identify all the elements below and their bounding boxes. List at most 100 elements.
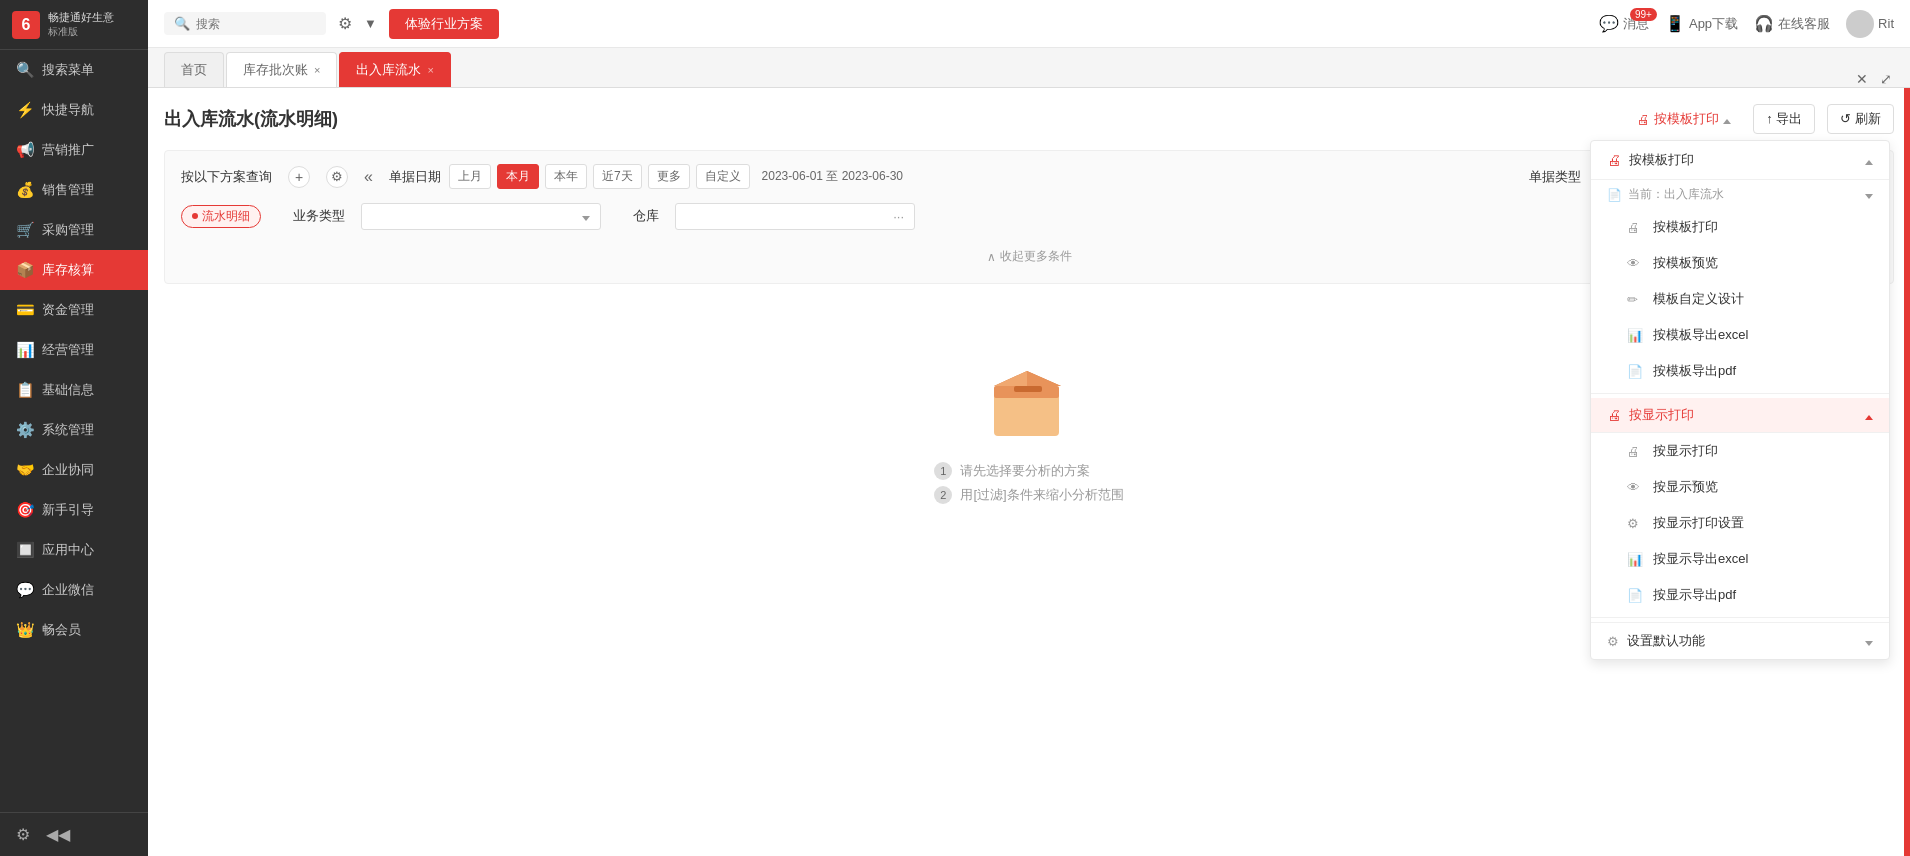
topbar-settings-icon[interactable]: ⚙: [338, 14, 352, 33]
sidebar-item-label: 快捷导航: [42, 101, 94, 119]
trial-industry-button[interactable]: 体验行业方案: [389, 9, 499, 39]
sidebar-item-label: 应用中心: [42, 541, 94, 559]
dropdown-template-export-excel-item[interactable]: 📊 按模板导出excel: [1591, 317, 1889, 353]
date-this-year-btn[interactable]: 本年: [545, 164, 587, 189]
empty-step-2: 2 用[过滤]条件来缩小分析范围: [934, 486, 1123, 504]
sidebar-item-newbie[interactable]: 🎯 新手引导: [0, 490, 148, 530]
message-item[interactable]: 💬 消息 99+: [1599, 14, 1649, 33]
sidebar-item-operations[interactable]: 📊 经营管理: [0, 330, 148, 370]
dropdown-footer[interactable]: ⚙ 设置默认功能: [1591, 622, 1889, 659]
date-custom-btn[interactable]: 自定义: [696, 164, 750, 189]
template-preview-item-label: 按模板预览: [1653, 254, 1718, 272]
online-service-item[interactable]: 🎧 在线客服: [1754, 14, 1830, 33]
template-custom-item-label: 模板自定义设计: [1653, 290, 1744, 308]
refresh-icon: ↺: [1840, 111, 1851, 126]
sidebar-item-search[interactable]: 🔍 搜索菜单: [0, 50, 148, 90]
topbar-dropdown-icon[interactable]: ▼: [364, 16, 377, 31]
sidebar-item-system[interactable]: ⚙️ 系统管理: [0, 410, 148, 450]
template-print-button[interactable]: 🖨 按模板打印: [1627, 105, 1741, 133]
dropdown-display-export-pdf-item[interactable]: 📄 按显示导出pdf: [1591, 577, 1889, 613]
export-button[interactable]: ↑ 导出: [1753, 104, 1815, 134]
template-preview-item-icon: 👁: [1627, 256, 1643, 271]
app-logo-icon: 6: [12, 11, 40, 39]
sidebar-item-inventory[interactable]: 📦 库存核算: [0, 250, 148, 290]
sidebar-item-member[interactable]: 👑 畅会员: [0, 610, 148, 650]
dropdown-template-print-item[interactable]: 🖨 按模板打印: [1591, 209, 1889, 245]
sidebar-item-finance[interactable]: 💳 资金管理: [0, 290, 148, 330]
settings-bottom-icon[interactable]: ⚙: [16, 825, 30, 844]
topbar: 🔍 ⚙ ▼ 体验行业方案 💬 消息 99+ 📱 App下载 🎧 在线客服: [148, 0, 1910, 48]
chat-icon: 💬: [16, 581, 34, 599]
window-maximize-icon[interactable]: ⤢: [1878, 71, 1894, 87]
tab-stock-flow[interactable]: 出入库流水 ×: [339, 52, 450, 87]
display-print-settings-label: 按显示打印设置: [1653, 514, 1744, 532]
search-input[interactable]: [196, 17, 316, 31]
tab-stock-flow-close[interactable]: ×: [427, 64, 433, 76]
filter-add-button[interactable]: +: [288, 166, 310, 188]
grid-icon: 🔲: [16, 541, 34, 559]
tab-home-label: 首页: [181, 61, 207, 79]
ellipsis-icon: ···: [893, 209, 904, 224]
date-last-month-btn[interactable]: 上月: [449, 164, 491, 189]
dropdown-display-export-excel-item[interactable]: 📊 按显示导出excel: [1591, 541, 1889, 577]
date-more-btn[interactable]: 更多: [648, 164, 690, 189]
sidebar-item-marketing[interactable]: 📢 营销推广: [0, 130, 148, 170]
page-title: 出入库流水(流水明细): [164, 107, 338, 131]
search-topbar-icon: 🔍: [174, 16, 190, 31]
step-2-text: 用[过滤]条件来缩小分析范围: [960, 486, 1123, 504]
topbar-search-box[interactable]: 🔍: [164, 12, 326, 35]
dropdown-template-custom-item[interactable]: ✏ 模板自定义设计: [1591, 281, 1889, 317]
tab-batch-account-close[interactable]: ×: [314, 64, 320, 76]
window-close-icon[interactable]: ✕: [1854, 71, 1870, 87]
filter-collapse-button[interactable]: «: [364, 168, 373, 186]
display-preview-item-label: 按显示预览: [1653, 478, 1718, 496]
sidebar-item-label: 营销推广: [42, 141, 94, 159]
sidebar-item-quick-nav[interactable]: ⚡ 快捷导航: [0, 90, 148, 130]
sidebar-item-purchase[interactable]: 🛒 采购管理: [0, 210, 148, 250]
user-avatar-item[interactable]: Rit: [1846, 10, 1894, 38]
dropdown-display-preview-item[interactable]: 👁 按显示预览: [1591, 469, 1889, 505]
display-print-section-header[interactable]: 🖨 按显示打印: [1591, 398, 1889, 433]
user-avatar: [1846, 10, 1874, 38]
sidebar-item-basic-info[interactable]: 📋 基础信息: [0, 370, 148, 410]
dropdown-template-preview-item[interactable]: 👁 按模板预览: [1591, 245, 1889, 281]
display-print-header-icon: 🖨: [1607, 407, 1621, 423]
step-1-text: 请先选择要分析的方案: [960, 462, 1090, 480]
dropdown-divider-2: [1591, 617, 1889, 618]
display-print-item-label: 按显示打印: [1653, 442, 1718, 460]
dropdown-display-print-settings-item[interactable]: ⚙ 按显示打印设置: [1591, 505, 1889, 541]
export-icon: ↑: [1766, 111, 1773, 126]
refresh-button[interactable]: ↺ 刷新: [1827, 104, 1894, 134]
topbar-left: 🔍 ⚙ ▼ 体验行业方案: [164, 9, 499, 39]
dropdown-display-print-item[interactable]: 🖨 按显示打印: [1591, 433, 1889, 469]
svg-rect-5: [1014, 386, 1042, 392]
sidebar-item-wechat[interactable]: 💬 企业微信: [0, 570, 148, 610]
sidebar-item-label: 搜索菜单: [42, 61, 94, 79]
lightning-icon: ⚡: [16, 101, 34, 119]
resize-handle[interactable]: [1904, 88, 1910, 856]
sidebar-item-app-center[interactable]: 🔲 应用中心: [0, 530, 148, 570]
sidebar-item-label: 资金管理: [42, 301, 94, 319]
warehouse-select[interactable]: ···: [675, 203, 915, 230]
tab-batch-account[interactable]: 库存批次账 ×: [226, 52, 337, 87]
tab-home[interactable]: 首页: [164, 52, 224, 87]
topbar-right: 💬 消息 99+ 📱 App下载 🎧 在线客服 Rit: [1599, 10, 1894, 38]
main-content: 出入库流水(流水明细) 🖨 按模板打印 ↑ 导出 ↺ 刷新: [148, 88, 1910, 856]
business-type-select[interactable]: [361, 203, 601, 230]
date-last-7-days-btn[interactable]: 近7天: [593, 164, 642, 189]
dropdown-template-export-pdf-item[interactable]: 📄 按模板导出pdf: [1591, 353, 1889, 389]
filter-tag-flow-detail[interactable]: 流水明细: [181, 205, 261, 228]
sidebar-item-sales[interactable]: 💰 销售管理: [0, 170, 148, 210]
filter-date-options: 上月 本月 本年 近7天 更多 自定义: [449, 164, 750, 189]
collapse-sidebar-icon[interactable]: ◀◀: [46, 825, 70, 844]
sidebar-item-enterprise[interactable]: 🤝 企业协同: [0, 450, 148, 490]
app-download-item[interactable]: 📱 App下载: [1665, 14, 1738, 33]
gear-icon: ⚙️: [16, 421, 34, 439]
tab-bar: 首页 库存批次账 × 出入库流水 × ✕ ⤢: [148, 48, 1910, 88]
sidebar-item-label: 企业微信: [42, 581, 94, 599]
filter-date-range: 2023-06-01 至 2023-06-30: [762, 168, 903, 185]
date-this-month-btn[interactable]: 本月: [497, 164, 539, 189]
dropdown-header[interactable]: 🖨 按模板打印: [1591, 141, 1889, 180]
filter-settings-button[interactable]: ⚙: [326, 166, 348, 188]
display-preview-item-icon: 👁: [1627, 480, 1643, 495]
